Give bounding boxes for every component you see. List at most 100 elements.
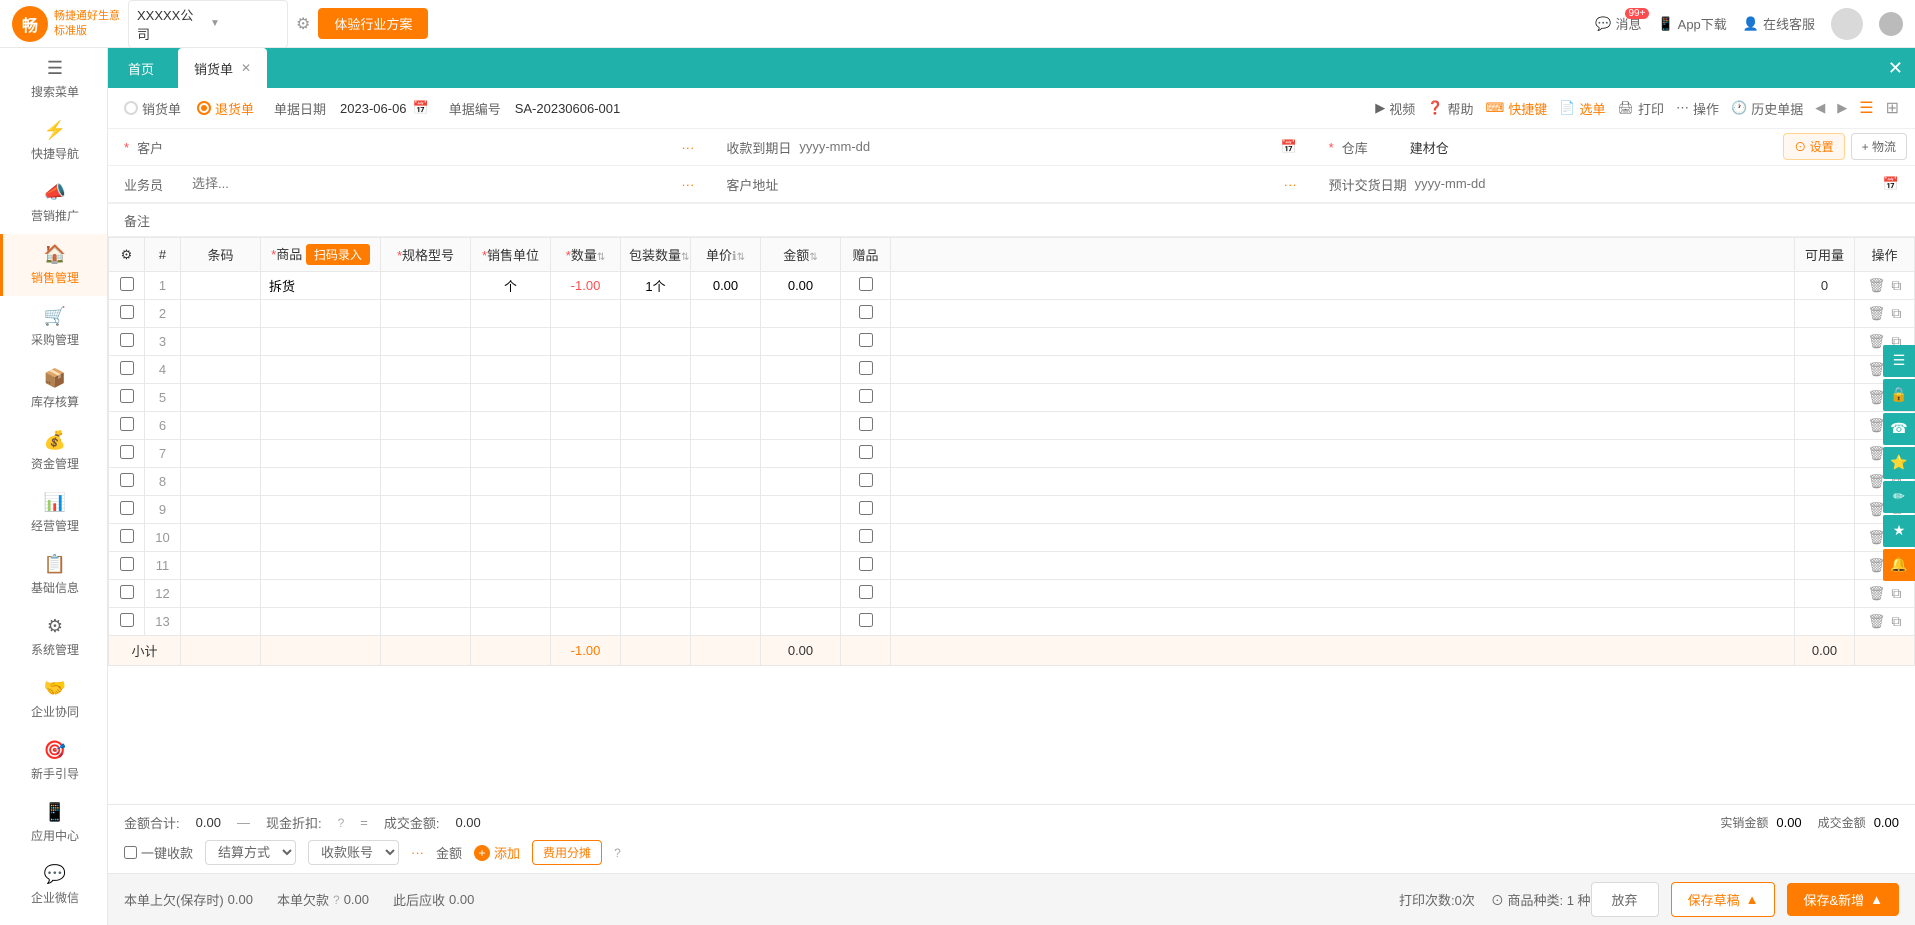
row-spec-9[interactable] <box>381 524 471 552</box>
row-spec-6[interactable] <box>381 440 471 468</box>
row-qty-8[interactable] <box>551 496 621 524</box>
row-spec-1[interactable] <box>381 300 471 328</box>
online-service-button[interactable]: 👤 在线客服 <box>1743 14 1815 33</box>
row-barcode-11[interactable] <box>181 580 261 608</box>
row-qty-4[interactable] <box>551 384 621 412</box>
row-price-1[interactable] <box>691 300 761 328</box>
float-btn-2[interactable]: 🔒 <box>1883 379 1915 411</box>
delivery-date-input[interactable] <box>1415 174 1875 194</box>
row-price-11[interactable] <box>691 580 761 608</box>
row-pkg-8[interactable] <box>621 496 691 524</box>
row-unit-0[interactable] <box>471 272 551 300</box>
row-gift-0[interactable] <box>841 272 891 300</box>
nav-prev-icon[interactable]: ◀ <box>1815 100 1825 116</box>
list-view-icon[interactable]: ☰ <box>1859 98 1873 118</box>
row-spec-11[interactable] <box>381 580 471 608</box>
row-desc-6[interactable] <box>891 440 1795 468</box>
radio-sale[interactable]: 销货单 <box>124 99 181 118</box>
operation-button[interactable]: ⋯ 操作 <box>1676 99 1719 118</box>
row-unit-12[interactable] <box>471 608 551 636</box>
fee-info-icon[interactable]: ? <box>614 846 621 860</box>
sidebar-item-basic[interactable]: 📋 基础信息 <box>0 544 107 606</box>
row-price-0[interactable] <box>691 272 761 300</box>
row-price-7[interactable] <box>691 468 761 496</box>
row-barcode-6[interactable] <box>181 440 261 468</box>
add-payment-button[interactable]: + 添加 <box>474 843 520 862</box>
row-barcode-8[interactable] <box>181 496 261 524</box>
row-settings-12[interactable] <box>109 608 145 636</box>
row-product-1[interactable] <box>261 300 381 328</box>
row-product-2[interactable] <box>261 328 381 356</box>
row-qty-7[interactable] <box>551 468 621 496</box>
row-amount-11[interactable] <box>761 580 841 608</box>
row-unit-8[interactable] <box>471 496 551 524</box>
row-price-9[interactable] <box>691 524 761 552</box>
sidebar-item-operation[interactable]: 📊 经营管理 <box>0 482 107 544</box>
row-pkg-1[interactable] <box>621 300 691 328</box>
float-btn-1[interactable]: ☰ <box>1883 345 1915 377</box>
row-product-3[interactable] <box>261 356 381 384</box>
row-desc-2[interactable] <box>891 328 1795 356</box>
row-copy-11[interactable]: ⧉ <box>1891 585 1901 602</box>
row-copy-12[interactable]: ⧉ <box>1891 613 1901 630</box>
row-gift-8[interactable] <box>841 496 891 524</box>
sidebar-item-inventory[interactable]: 📦 库存核算 <box>0 358 107 420</box>
avatar-extra[interactable] <box>1879 12 1903 36</box>
row-qty-9[interactable] <box>551 524 621 552</box>
row-qty-2[interactable] <box>551 328 621 356</box>
row-price-8[interactable] <box>691 496 761 524</box>
row-qty-3[interactable] <box>551 356 621 384</box>
payment-date-input[interactable] <box>799 137 1272 157</box>
row-settings-2[interactable] <box>109 328 145 356</box>
row-barcode-10[interactable] <box>181 552 261 580</box>
row-barcode-12[interactable] <box>181 608 261 636</box>
print-button[interactable]: 🖨 打印 <box>1618 99 1665 118</box>
row-settings-9[interactable] <box>109 524 145 552</box>
row-settings-5[interactable] <box>109 412 145 440</box>
sidebar-item-enterprise[interactable]: 🤝 企业协同 <box>0 668 107 730</box>
scan-button[interactable]: 扫码录入 <box>306 244 370 265</box>
row-barcode-1[interactable] <box>181 300 261 328</box>
row-desc-1[interactable] <box>891 300 1795 328</box>
payment-calendar-icon[interactable]: 📅 <box>1280 139 1296 155</box>
row-amount-9[interactable] <box>761 524 841 552</box>
row-copy-0[interactable]: ⧉ <box>1891 277 1901 294</box>
row-price-3[interactable] <box>691 356 761 384</box>
row-desc-3[interactable] <box>891 356 1795 384</box>
row-settings-1[interactable] <box>109 300 145 328</box>
row-amount-3[interactable] <box>761 356 841 384</box>
row-spec-2[interactable] <box>381 328 471 356</box>
trial-button[interactable]: 体验行业方案 <box>318 8 428 39</box>
company-selector[interactable]: XXXXX公司 ▼ <box>128 0 288 48</box>
row-qty-11[interactable] <box>551 580 621 608</box>
row-settings-8[interactable] <box>109 496 145 524</box>
row-spec-5[interactable] <box>381 412 471 440</box>
customer-addr-more-icon[interactable]: ··· <box>1284 177 1297 192</box>
row-amount-6[interactable] <box>761 440 841 468</box>
save-new-button[interactable]: 保存&新增 ▲ <box>1787 883 1899 916</box>
row-gift-6[interactable] <box>841 440 891 468</box>
row-gift-12[interactable] <box>841 608 891 636</box>
grid-view-icon[interactable]: ⊞ <box>1886 98 1899 118</box>
customer-addr-input[interactable] <box>794 174 1275 194</box>
owed-info-icon[interactable]: ? <box>333 893 340 907</box>
row-qty-0[interactable] <box>551 272 621 300</box>
row-desc-9[interactable] <box>891 524 1795 552</box>
row-gift-3[interactable] <box>841 356 891 384</box>
row-unit-1[interactable] <box>471 300 551 328</box>
account-more-icon[interactable]: ··· <box>411 845 424 860</box>
row-desc-5[interactable] <box>891 412 1795 440</box>
row-spec-7[interactable] <box>381 468 471 496</box>
row-delete-12[interactable]: 🗑 <box>1868 613 1886 630</box>
row-product-0[interactable] <box>261 272 381 300</box>
row-price-5[interactable] <box>691 412 761 440</box>
tab-home[interactable]: 首页 <box>108 48 174 88</box>
row-price-12[interactable] <box>691 608 761 636</box>
notes-input[interactable] <box>184 210 1899 230</box>
row-product-7[interactable] <box>261 468 381 496</box>
row-gift-11[interactable] <box>841 580 891 608</box>
row-pkg-7[interactable] <box>621 468 691 496</box>
row-delete-0[interactable]: 🗑 <box>1868 277 1886 294</box>
nav-next-icon[interactable]: ▶ <box>1837 100 1847 116</box>
row-barcode-5[interactable] <box>181 412 261 440</box>
